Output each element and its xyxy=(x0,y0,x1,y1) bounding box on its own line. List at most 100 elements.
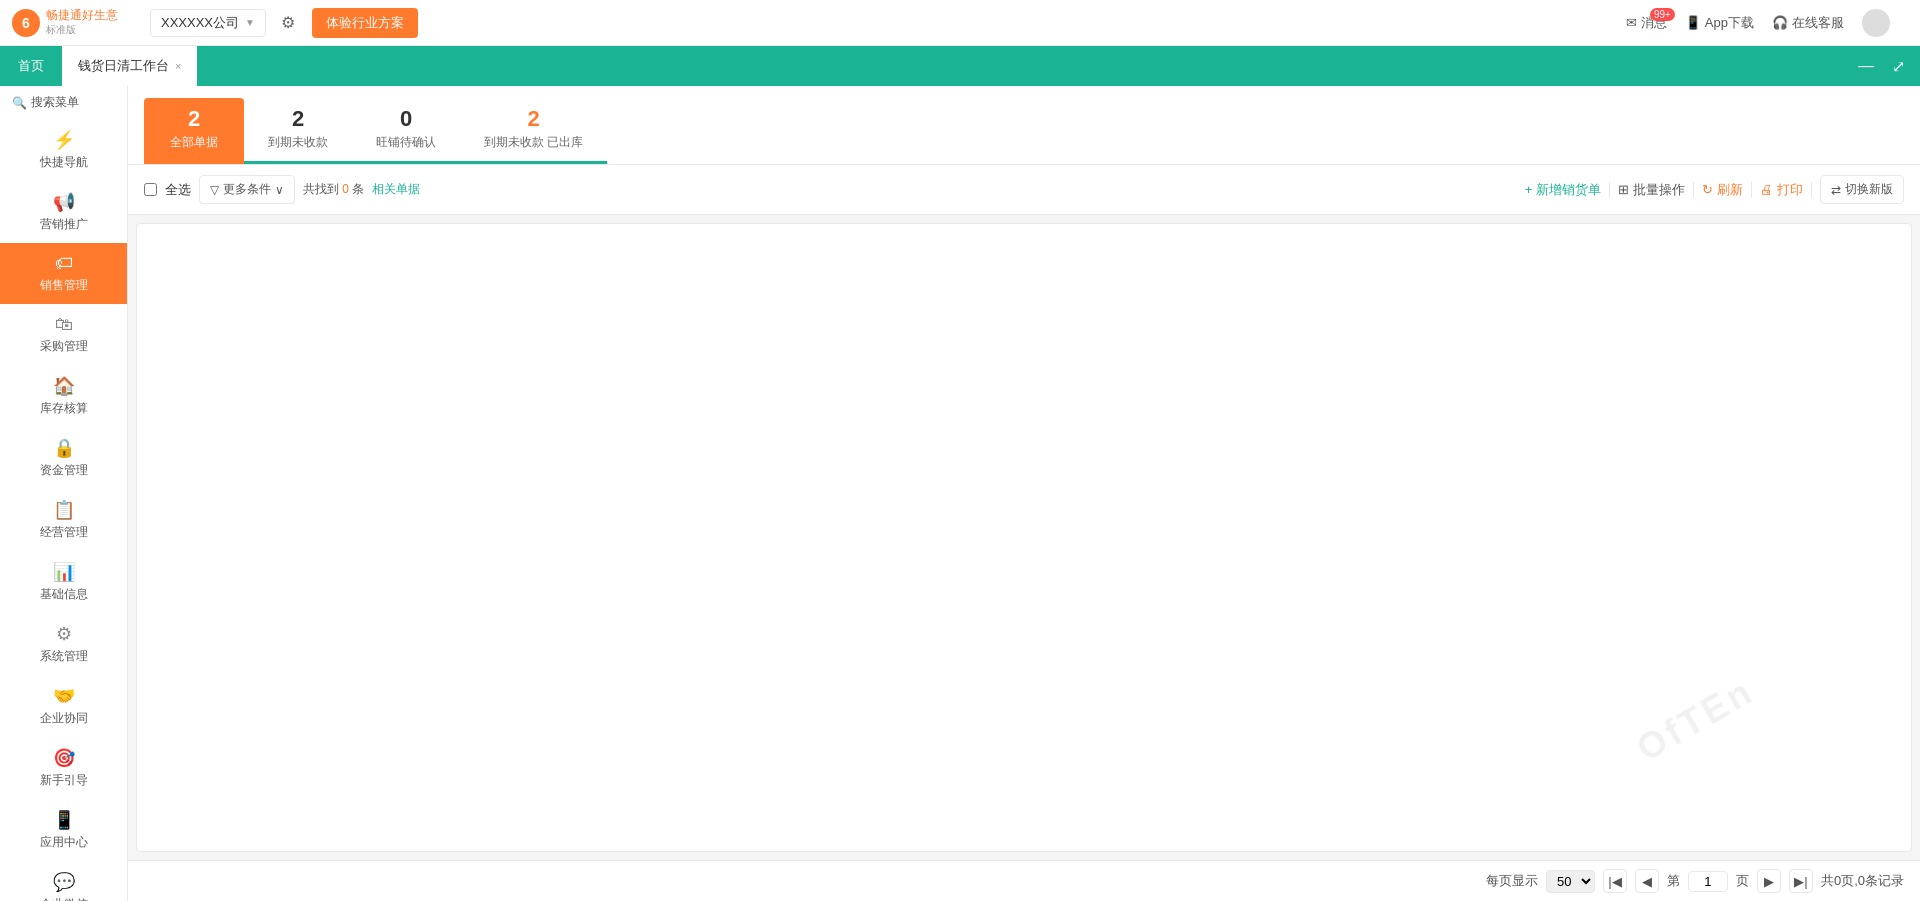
logo-text: 畅捷通好生意 xyxy=(46,8,118,24)
filter-icon: ▽ xyxy=(210,183,219,197)
sidebar-label-sales: 销售管理 xyxy=(40,277,88,294)
stat-label-overdue-out: 到期未收款 已出库 xyxy=(484,134,583,151)
sidebar-search[interactable]: 🔍 搜索菜单 xyxy=(0,86,127,119)
marketing-icon: 📢 xyxy=(53,191,75,213)
avatar[interactable] xyxy=(1862,9,1890,37)
app-center-icon: 📱 xyxy=(53,809,75,831)
wechat-icon: 💬 xyxy=(53,871,75,893)
stats-tabs: 2 全部单据 2 到期未收款 0 旺铺待确认 2 到期未收款 已出库 xyxy=(128,86,1920,165)
download-icon: 📱 xyxy=(1685,15,1701,30)
found-count: 0 xyxy=(342,182,349,196)
company-name: XXXXXX公司 xyxy=(161,14,239,32)
service-icon: 🎧 xyxy=(1772,15,1788,30)
system-icon: ⚙ xyxy=(56,623,72,645)
switch-label: 切换新版 xyxy=(1845,181,1893,198)
sidebar-item-basic-info[interactable]: 📊 基础信息 xyxy=(0,551,127,613)
online-service-button[interactable]: 🎧 在线客服 xyxy=(1772,14,1844,32)
sidebar-item-app-center[interactable]: 📱 应用中心 xyxy=(0,799,127,861)
tab-home[interactable]: 首页 xyxy=(0,46,62,86)
print-label: 打印 xyxy=(1777,181,1803,199)
search-label: 搜索菜单 xyxy=(31,94,79,111)
filter-label: 更多条件 xyxy=(223,181,271,198)
sidebar-item-finance[interactable]: 🔒 资金管理 xyxy=(0,427,127,489)
divider3 xyxy=(1751,182,1752,198)
sidebar-label-basic-info: 基础信息 xyxy=(40,586,88,603)
inventory-icon: 🏠 xyxy=(53,375,75,397)
sidebar-item-cooperation[interactable]: 🤝 企业协同 xyxy=(0,675,127,737)
trial-button[interactable]: 体验行业方案 xyxy=(312,8,418,38)
top-right: ✉ 消息 99+ 📱 App下载 🎧 在线客服 xyxy=(1626,9,1908,37)
stat-tab-overdue[interactable]: 2 到期未收款 xyxy=(244,98,352,164)
sidebar-item-quick-nav[interactable]: ⚡ 快捷导航 xyxy=(0,119,127,181)
page-number-input[interactable] xyxy=(1688,871,1728,892)
stat-tab-all[interactable]: 2 全部单据 xyxy=(144,98,244,164)
page-info-prefix: 第 xyxy=(1667,872,1680,890)
message-button[interactable]: ✉ 消息 99+ xyxy=(1626,14,1667,32)
search-icon: 🔍 xyxy=(12,96,27,110)
print-button[interactable]: 🖨 打印 xyxy=(1760,181,1803,199)
purchase-icon: 🛍 xyxy=(55,314,73,335)
select-all-checkbox[interactable] xyxy=(144,183,157,196)
batch-label: 批量操作 xyxy=(1633,181,1685,199)
tab-active[interactable]: 钱货日清工作台 × xyxy=(62,46,197,86)
switch-icon: ⇄ xyxy=(1831,183,1841,197)
add-button[interactable]: + 新增销货单 xyxy=(1525,181,1601,199)
sidebar-item-purchase[interactable]: 🛍 采购管理 xyxy=(0,304,127,365)
switch-button[interactable]: ⇄ 切换新版 xyxy=(1820,175,1904,204)
sidebar-item-inventory[interactable]: 🏠 库存核算 xyxy=(0,365,127,427)
refresh-icon: ↻ xyxy=(1702,182,1713,197)
stat-label-pending: 旺铺待确认 xyxy=(376,134,436,151)
logo-area: 6 畅捷通好生意 标准版 xyxy=(12,8,140,38)
sidebar-item-marketing[interactable]: 📢 营销推广 xyxy=(0,181,127,243)
sidebar-item-wechat[interactable]: 💬 企业微信 xyxy=(0,861,127,901)
page-prev-button[interactable]: ◀ xyxy=(1635,869,1659,893)
layout: 🔍 搜索菜单 ⚡ 快捷导航 📢 营销推广 🏷 销售管理 🛍 采购管理 🏠 库存核… xyxy=(0,86,1920,901)
batch-button[interactable]: ⊞ 批量操作 xyxy=(1618,181,1685,199)
chevron-down-icon: ∨ xyxy=(275,183,284,197)
select-all-label: 全选 xyxy=(165,181,191,199)
tab-minimize-button[interactable]: — xyxy=(1854,54,1878,78)
stat-tab-pending[interactable]: 0 旺铺待确认 xyxy=(352,98,460,164)
sidebar-item-guide[interactable]: 🎯 新手引导 xyxy=(0,737,127,799)
basic-info-icon: 📊 xyxy=(53,561,75,583)
sidebar-label-cooperation: 企业协同 xyxy=(40,710,88,727)
refresh-button[interactable]: ↻ 刷新 xyxy=(1702,181,1743,199)
sidebar-item-system[interactable]: ⚙ 系统管理 xyxy=(0,613,127,675)
page-last-button[interactable]: ▶| xyxy=(1789,869,1813,893)
sidebar-item-operations[interactable]: 📋 经营管理 xyxy=(0,489,127,551)
page-size-select[interactable]: 50 xyxy=(1546,870,1595,893)
filter-button[interactable]: ▽ 更多条件 ∨ xyxy=(199,175,295,204)
stat-tab-overdue-out[interactable]: 2 到期未收款 已出库 xyxy=(460,98,607,164)
refresh-label: 刷新 xyxy=(1717,181,1743,199)
sidebar-label-system: 系统管理 xyxy=(40,648,88,665)
tab-bar-right: — ⤢ xyxy=(1854,54,1920,78)
main-content: 2 全部单据 2 到期未收款 0 旺铺待确认 2 到期未收款 已出库 全选 xyxy=(128,86,1920,901)
related-link[interactable]: 相关单据 xyxy=(372,181,420,198)
sidebar-label-finance: 资金管理 xyxy=(40,462,88,479)
toolbar: 全选 ▽ 更多条件 ∨ 共找到 0 条 相关单据 + 新增销货单 ⊞ 批 xyxy=(128,165,1920,215)
sidebar-label-guide: 新手引导 xyxy=(40,772,88,789)
quick-nav-icon: ⚡ xyxy=(53,129,75,151)
top-bar: 6 畅捷通好生意 标准版 XXXXXX公司 ▼ ⚙ 体验行业方案 ✉ 消息 99… xyxy=(0,0,1920,46)
sidebar-label-operations: 经营管理 xyxy=(40,524,88,541)
divider2 xyxy=(1693,182,1694,198)
message-icon: ✉ xyxy=(1626,15,1637,30)
page-first-button[interactable]: |◀ xyxy=(1603,869,1627,893)
sidebar-label-marketing: 营销推广 xyxy=(40,216,88,233)
tab-close-icon[interactable]: × xyxy=(175,60,181,72)
sales-icon: 🏷 xyxy=(55,253,73,274)
page-next-button[interactable]: ▶ xyxy=(1757,869,1781,893)
toolbar-right: + 新增销货单 ⊞ 批量操作 ↻ 刷新 🖨 打印 ⇄ xyxy=(1525,175,1904,204)
app-download-button[interactable]: 📱 App下载 xyxy=(1685,14,1754,32)
company-selector[interactable]: XXXXXX公司 ▼ xyxy=(150,9,266,37)
divider xyxy=(1609,182,1610,198)
online-service-label: 在线客服 xyxy=(1792,14,1844,32)
app-download-label: App下载 xyxy=(1705,14,1754,32)
operations-icon: 📋 xyxy=(53,499,75,521)
page-info-suffix: 页 xyxy=(1736,872,1749,890)
guide-icon: 🎯 xyxy=(53,747,75,769)
settings-button[interactable]: ⚙ xyxy=(274,9,302,37)
sidebar-item-sales[interactable]: 🏷 销售管理 xyxy=(0,243,127,304)
tab-label: 钱货日清工作台 xyxy=(78,57,169,75)
tab-maximize-button[interactable]: ⤢ xyxy=(1886,54,1910,78)
